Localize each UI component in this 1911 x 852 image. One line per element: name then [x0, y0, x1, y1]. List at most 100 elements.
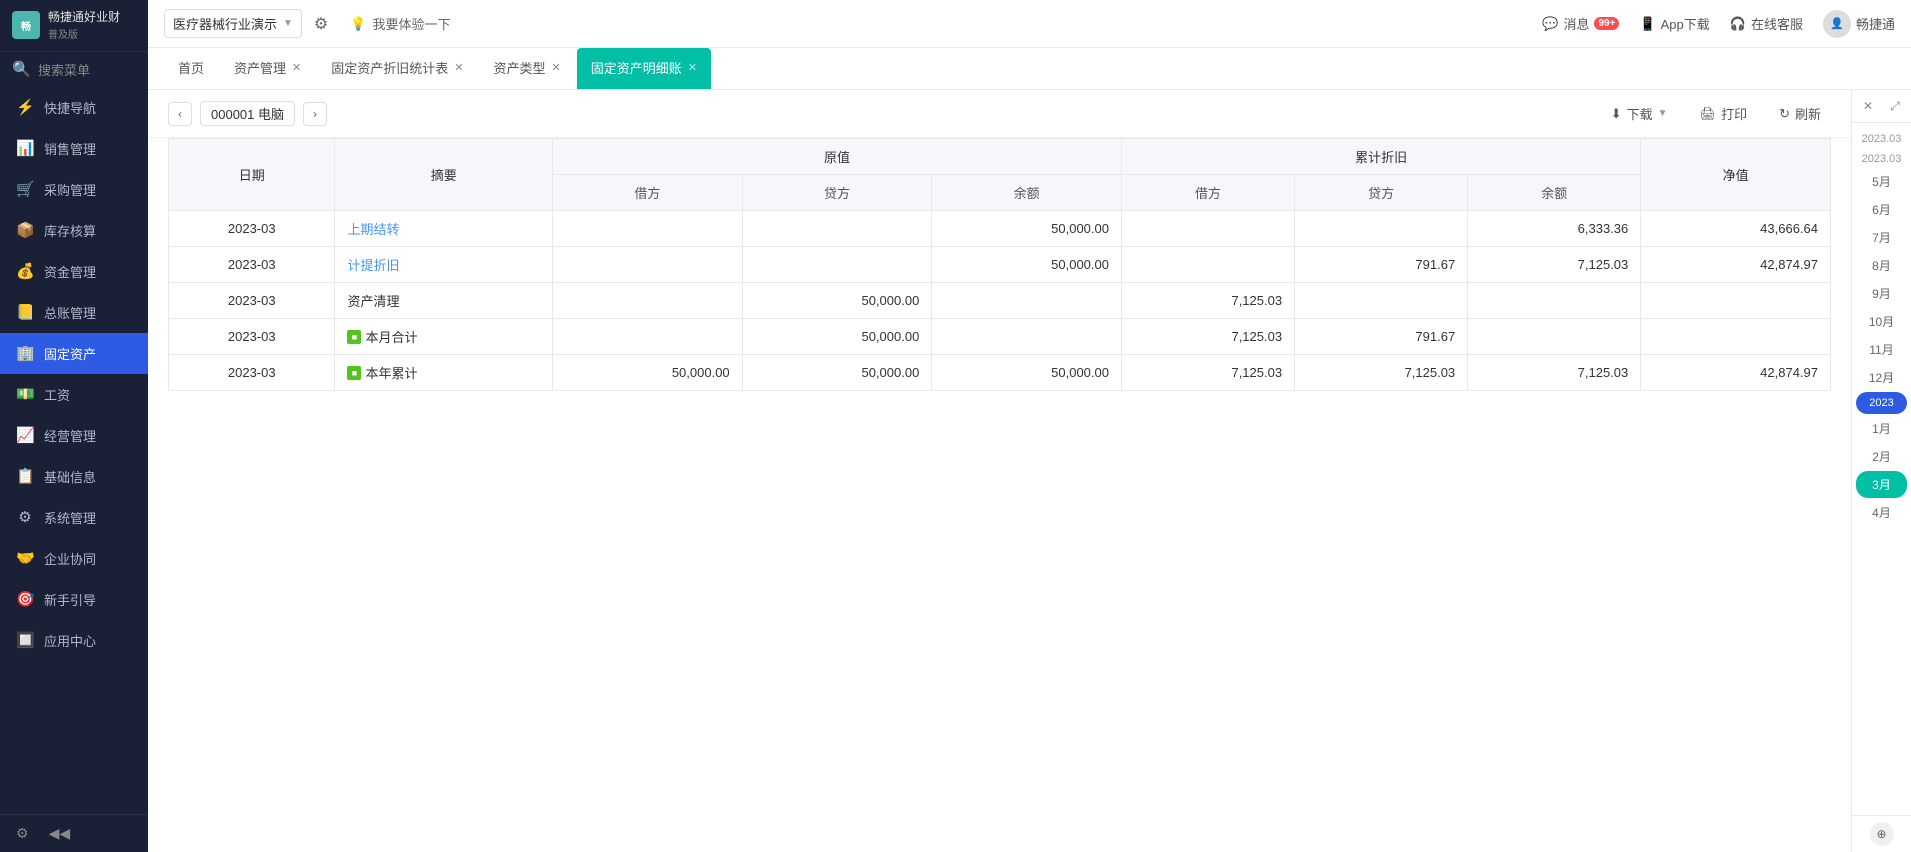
company-selector[interactable]: 医疗器械行业演示 ▼ — [164, 9, 302, 38]
customer-service-button[interactable]: 🎧 在线客服 — [1730, 14, 1803, 33]
sales-icon: 📊 — [16, 139, 34, 157]
tab-close-icon[interactable]: ✕ — [454, 61, 463, 74]
timeline-month[interactable]: 9月 — [1856, 280, 1907, 307]
tab-asset-ledger[interactable]: 固定资产明细账 ✕ — [577, 48, 711, 89]
print-button[interactable]: 🖨 打印 — [1690, 100, 1758, 127]
content-main: ‹ 000001 电脑 › ⬇ 下载 ▼ 🖨 打印 ↻ — [148, 90, 1851, 852]
cell-dep-debit: 7,125.03 — [1121, 283, 1294, 319]
topbar-settings-icon[interactable]: ⚙ — [314, 14, 328, 34]
summary-link[interactable]: 计提折旧 — [347, 258, 399, 273]
sidebar-item-label: 库存核算 — [44, 221, 96, 240]
sidebar-item-guide[interactable]: 🎯 新手引导 — [0, 579, 148, 620]
sidebar-item-fixed-assets[interactable]: 🏢 固定资产 — [0, 333, 148, 374]
timeline-month[interactable]: 11月 — [1856, 336, 1907, 363]
timeline-month[interactable]: 10月 — [1856, 308, 1907, 335]
sidebar-item-quick-nav[interactable]: ⚡ 快捷导航 — [0, 87, 148, 128]
cell-date: 2023-03 — [169, 355, 335, 391]
timeline-panel: ✕ ⤢ 2023.03 2023.03 5月6月7月8月9月10月11月12月 … — [1851, 90, 1911, 852]
tab-close-icon[interactable]: ✕ — [552, 61, 561, 74]
refresh-icon: ↻ — [1779, 106, 1790, 122]
timeline-add-icon[interactable]: ⊕ — [1870, 822, 1894, 846]
sidebar-item-sales[interactable]: 📊 销售管理 — [0, 128, 148, 169]
sidebar-item-label: 经营管理 — [44, 426, 96, 445]
collapse-sidebar-icon[interactable]: ◀◀ — [49, 825, 71, 842]
cell-dep-balance — [1468, 283, 1641, 319]
cell-orig-credit — [742, 211, 932, 247]
cell-dep-balance: 7,125.03 — [1468, 355, 1641, 391]
tab-asset-mgmt[interactable]: 资产管理 ✕ — [220, 48, 315, 89]
notifications-button[interactable]: 💬 消息 99+ — [1542, 14, 1619, 33]
timeline-month[interactable]: 12月 — [1856, 364, 1907, 391]
sidebar-item-salary[interactable]: 💵 工资 — [0, 374, 148, 415]
tab-home[interactable]: 首页 — [164, 48, 218, 89]
tab-label: 资产管理 — [234, 58, 286, 77]
timeline-month[interactable]: 3月 — [1856, 471, 1907, 498]
cell-orig-balance: 50,000.00 — [932, 211, 1122, 247]
cell-net-value: 42,874.97 — [1641, 355, 1831, 391]
timeline-month[interactable]: 5月 — [1856, 168, 1907, 195]
close-panel-icon[interactable]: ✕ — [1858, 96, 1878, 116]
app-download-button[interactable]: 📱 App下载 — [1639, 14, 1709, 33]
timeline-month[interactable]: 1月 — [1856, 415, 1907, 442]
sidebar-item-ledger[interactable]: 📒 总账管理 — [0, 292, 148, 333]
table-row: 2023-03 ■本月合计 50,000.00 7,125.03 791.67 — [169, 319, 1831, 355]
tab-depreciation-stats[interactable]: 固定资产折旧统计表 ✕ — [317, 48, 477, 89]
cell-dep-debit — [1121, 247, 1294, 283]
action-buttons: ⬇ 下载 ▼ 🖨 打印 ↻ 刷新 — [1601, 100, 1831, 127]
cell-orig-balance — [932, 319, 1122, 355]
tab-close-icon[interactable]: ✕ — [688, 61, 697, 74]
cell-orig-debit: 50,000.00 — [553, 355, 743, 391]
sidebar-item-label: 系统管理 — [44, 508, 96, 527]
cell-date: 2023-03 — [169, 247, 335, 283]
col-net-value-header: 净值 — [1641, 139, 1831, 211]
cell-orig-balance — [932, 283, 1122, 319]
tag-icon: ■ — [347, 366, 361, 380]
sidebar-item-system[interactable]: ⚙ 系统管理 — [0, 497, 148, 538]
sidebar-item-cooperation[interactable]: 🤝 企业协同 — [0, 538, 148, 579]
timeline-month[interactable]: 6月 — [1856, 196, 1907, 223]
user-name: 畅捷通 — [1856, 14, 1895, 33]
finance-icon: 💰 — [16, 262, 34, 280]
sidebar-item-label: 销售管理 — [44, 139, 96, 158]
sidebar-item-operations[interactable]: 📈 经营管理 — [0, 415, 148, 456]
sidebar-item-label: 工资 — [44, 385, 70, 404]
notifications-label: 消息 — [1563, 14, 1589, 33]
ledger-icon: 📒 — [16, 303, 34, 321]
timeline-month[interactable]: 4月 — [1856, 499, 1907, 526]
sidebar: 畅 畅捷通好业财 普及版 🔍 搜索菜单 ⚡ 快捷导航 📊 销售管理 🛒 采购管理… — [0, 0, 148, 852]
sidebar-item-purchase[interactable]: 🛒 采购管理 — [0, 169, 148, 210]
timeline-year-badge[interactable]: 2023 — [1856, 392, 1907, 414]
sidebar-item-finance[interactable]: 💰 资金管理 — [0, 251, 148, 292]
download-icon: 📱 — [1639, 16, 1655, 32]
table-row: 2023-03 资产清理 50,000.00 7,125.03 — [169, 283, 1831, 319]
cell-orig-credit: 50,000.00 — [742, 319, 932, 355]
experience-label: 我要体验一下 — [372, 14, 450, 33]
summary-link[interactable]: 上期结转 — [347, 222, 399, 237]
app-edition: 普及版 — [48, 26, 120, 41]
refresh-button[interactable]: ↻ 刷新 — [1769, 100, 1831, 127]
sidebar-item-search[interactable]: 🔍 搜索菜单 — [0, 52, 148, 87]
timeline-month[interactable]: 2月 — [1856, 443, 1907, 470]
tab-close-icon[interactable]: ✕ — [292, 61, 301, 74]
settings-icon[interactable]: ⚙ — [16, 825, 29, 842]
next-asset-button[interactable]: › — [303, 102, 327, 126]
sidebar-item-label: 固定资产 — [44, 344, 96, 363]
user-profile-button[interactable]: 👤 畅捷通 — [1823, 10, 1895, 38]
prev-asset-button[interactable]: ‹ — [168, 102, 192, 126]
cell-orig-debit — [553, 283, 743, 319]
tab-asset-type[interactable]: 资产类型 ✕ — [479, 48, 574, 89]
timeline-month[interactable]: 8月 — [1856, 252, 1907, 279]
experience-button[interactable]: 💡 我要体验一下 — [340, 10, 460, 37]
cell-dep-credit: 791.67 — [1295, 247, 1468, 283]
download-button[interactable]: ⬇ 下载 ▼ — [1601, 100, 1678, 127]
cell-dep-credit: 791.67 — [1295, 319, 1468, 355]
dep-balance-header: 余额 — [1468, 175, 1641, 211]
expand-panel-icon[interactable]: ⤢ — [1885, 96, 1905, 116]
cell-date: 2023-03 — [169, 211, 335, 247]
dep-credit-header: 贷方 — [1295, 175, 1468, 211]
timeline-month[interactable]: 7月 — [1856, 224, 1907, 251]
cell-dep-balance: 7,125.03 — [1468, 247, 1641, 283]
sidebar-item-app-center[interactable]: 🔲 应用中心 — [0, 620, 148, 661]
sidebar-item-basic-info[interactable]: 📋 基础信息 — [0, 456, 148, 497]
sidebar-item-inventory[interactable]: 📦 库存核算 — [0, 210, 148, 251]
